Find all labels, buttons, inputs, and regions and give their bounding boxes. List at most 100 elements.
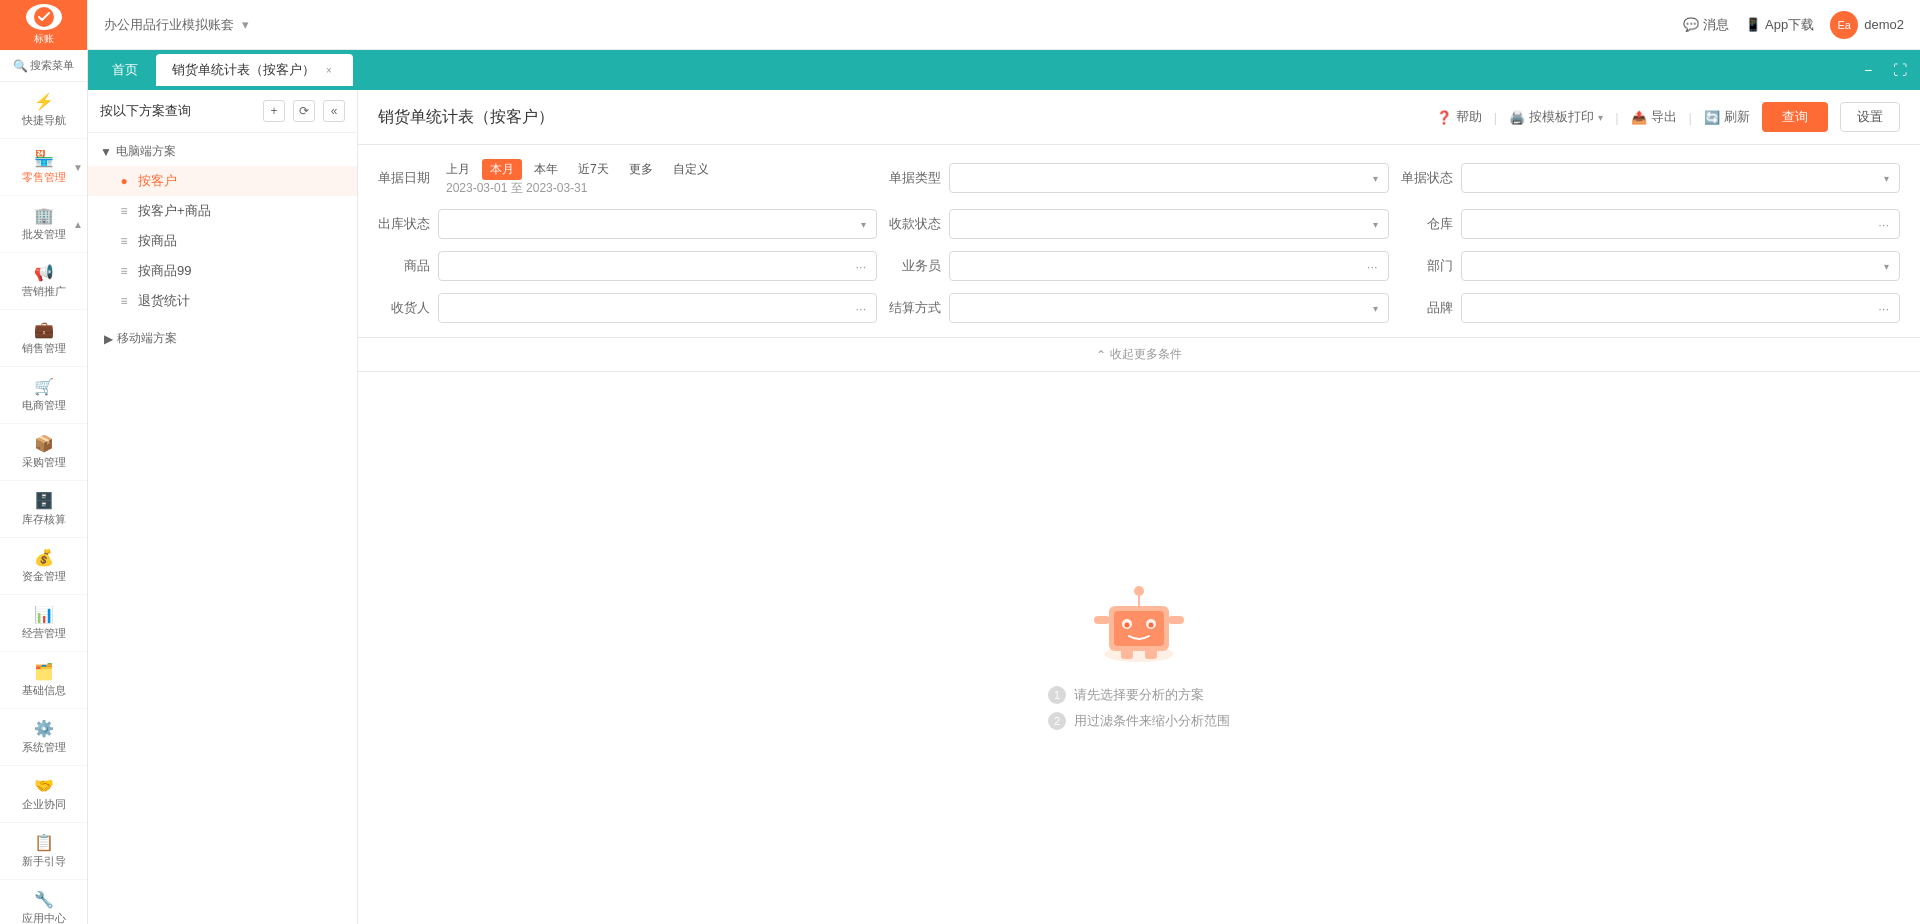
print-btn[interactable]: 🖨️ 按模板打印 ▾ <box>1509 108 1603 126</box>
sidebar-item-guide[interactable]: 📋 新手引导 <box>0 823 87 880</box>
wholesale-expand-icon: ▲ <box>73 219 83 230</box>
home-tab[interactable]: 首页 <box>96 54 154 86</box>
sidebar-item-basics[interactable]: 🗂️ 基础信息 <box>0 652 87 709</box>
help-btn[interactable]: ❓ 帮助 <box>1436 108 1482 126</box>
dropdown-icon[interactable]: ▾ <box>242 17 249 32</box>
scheme-item-label-goods: 按商品 <box>138 232 177 250</box>
goods-control[interactable]: ··· <box>438 251 877 281</box>
scheme-item-by-goods-99[interactable]: ≡ 按商品99 <box>88 256 357 286</box>
sidebar-item-shortcut[interactable]: ⚡ 快捷导航 <box>0 82 87 139</box>
out-status-control[interactable]: ▾ <box>438 209 877 239</box>
date-btn-thisyear[interactable]: 本年 <box>526 159 566 180</box>
tab-minimize-btn[interactable]: − <box>1856 58 1880 82</box>
date-label: 单据日期 <box>378 169 430 187</box>
brand-dots: ··· <box>1878 301 1889 316</box>
user-area[interactable]: Ea demo2 <box>1830 11 1904 39</box>
warehouse-control[interactable]: ··· <box>1461 209 1900 239</box>
date-btn-thismonth[interactable]: 本月 <box>482 159 522 180</box>
warehouse-select[interactable]: ··· <box>1461 209 1900 239</box>
bill-status-label: 单据状态 <box>1401 169 1453 187</box>
collapse-row: ⌃ 收起更多条件 <box>358 338 1920 372</box>
salesperson-control[interactable]: ··· <box>949 251 1388 281</box>
message-btn[interactable]: 💬 消息 <box>1683 16 1729 34</box>
search-menu-item[interactable]: 🔍 搜索菜单 <box>0 50 87 82</box>
date-btn-more[interactable]: 更多 <box>621 159 661 180</box>
scheme-group-mobile[interactable]: ▶ 移动端方案 <box>88 324 357 353</box>
salesperson-dots: ··· <box>1367 259 1378 274</box>
active-tab[interactable]: 销货单统计表（按客户） × <box>156 54 353 86</box>
sidebar-item-operations[interactable]: 📊 经营管理 <box>0 595 87 652</box>
collapse-panel-btn[interactable]: « <box>323 100 345 122</box>
date-btn-lastmonth[interactable]: 上月 <box>438 159 478 180</box>
sidebar-item-marketing[interactable]: 📢 营销推广 <box>0 253 87 310</box>
tab-maximize-btn[interactable]: ⛶ <box>1888 58 1912 82</box>
sidebar-item-wholesale[interactable]: 🏢 批发管理 ▲ <box>0 196 87 253</box>
sidebar-item-purchase[interactable]: 📦 采购管理 <box>0 424 87 481</box>
bill-status-select[interactable]: ▾ <box>1461 163 1900 193</box>
bill-status-control[interactable]: ▾ <box>1461 163 1900 193</box>
receiver-select[interactable]: ··· <box>438 293 877 323</box>
refresh-scheme-btn[interactable]: ⟳ <box>293 100 315 122</box>
tab-close-btn[interactable]: × <box>321 62 337 78</box>
scheme-item-by-customer[interactable]: ● 按客户 <box>88 166 357 196</box>
scheme-group-desktop[interactable]: ▼ 电脑端方案 <box>88 137 357 166</box>
settings-button[interactable]: 设置 <box>1840 102 1900 132</box>
add-icon: + <box>270 104 277 118</box>
sidebar-logo: 标账 <box>0 0 87 50</box>
sidebar-item-cooperation[interactable]: 🤝 企业协同 <box>0 766 87 823</box>
export-btn[interactable]: 📤 导出 <box>1631 108 1677 126</box>
date-btn-7days[interactable]: 近7天 <box>570 159 617 180</box>
date-btn-custom[interactable]: 自定义 <box>665 159 717 180</box>
goods-99-icon: ≡ <box>116 263 132 279</box>
sidebar-item-retail[interactable]: 🏪 零售管理 ▼ <box>0 139 87 196</box>
sidebar-item-inventory[interactable]: 🗄️ 库存核算 <box>0 481 87 538</box>
group-arrow-desktop: ▼ <box>100 145 112 159</box>
system-label: 系统管理 <box>22 740 66 755</box>
sidebar-item-system[interactable]: ⚙️ 系统管理 <box>0 709 87 766</box>
group-arrow-mobile: ▶ <box>104 332 113 346</box>
salesperson-select[interactable]: ··· <box>949 251 1388 281</box>
group-label-desktop: 电脑端方案 <box>116 143 176 160</box>
print-label: 按模板打印 <box>1529 108 1594 126</box>
scheme-item-return-stats[interactable]: ≡ 退货统计 <box>88 286 357 316</box>
guide-label: 新手引导 <box>22 854 66 869</box>
settlement-select[interactable]: ▾ <box>949 293 1388 323</box>
settlement-control[interactable]: ▾ <box>949 293 1388 323</box>
query-button[interactable]: 查询 <box>1762 102 1828 132</box>
receiver-control[interactable]: ··· <box>438 293 877 323</box>
department-cell: 部门 ▾ <box>1401 251 1900 281</box>
brand-control[interactable]: ··· <box>1461 293 1900 323</box>
sidebar-item-ecommerce[interactable]: 🛒 电商管理 <box>0 367 87 424</box>
operations-label: 经营管理 <box>22 626 66 641</box>
scheme-item-by-goods[interactable]: ≡ 按商品 <box>88 226 357 256</box>
salesperson-cell: 业务员 ··· <box>889 251 1388 281</box>
payment-status-control[interactable]: ▾ <box>949 209 1388 239</box>
sidebar-item-finance[interactable]: 💰 资金管理 <box>0 538 87 595</box>
department-select[interactable]: ▾ <box>1461 251 1900 281</box>
add-scheme-btn[interactable]: + <box>263 100 285 122</box>
inventory-label: 库存核算 <box>22 512 66 527</box>
tab-bar: 首页 销货单统计表（按客户） × − ⛶ <box>88 50 1920 90</box>
empty-tips: 1 请先选择要分析的方案 2 用过滤条件来缩小分析范围 <box>1048 686 1230 730</box>
out-status-select[interactable]: ▾ <box>438 209 877 239</box>
sidebar-item-appcenter[interactable]: 🔧 应用中心 <box>0 880 87 924</box>
inventory-icon: 🗄️ <box>34 491 54 510</box>
goods-select[interactable]: ··· <box>438 251 877 281</box>
bill-type-control[interactable]: ▾ <box>949 163 1388 193</box>
app-download-btn[interactable]: 📱 App下载 <box>1745 16 1814 34</box>
settlement-cell: 结算方式 ▾ <box>889 293 1388 323</box>
scheme-item-by-customer-goods[interactable]: ≡ 按客户+商品 <box>88 196 357 226</box>
cooperation-icon: 🤝 <box>34 776 54 795</box>
svg-point-9 <box>1134 586 1144 596</box>
svg-point-7 <box>1149 623 1154 628</box>
sidebar-item-sales[interactable]: 💼 销售管理 <box>0 310 87 367</box>
bill-type-select[interactable]: ▾ <box>949 163 1388 193</box>
payment-status-select[interactable]: ▾ <box>949 209 1388 239</box>
brand-select[interactable]: ··· <box>1461 293 1900 323</box>
refresh-btn[interactable]: 🔄 刷新 <box>1704 108 1750 126</box>
bill-type-cell: 单据类型 ▾ <box>889 163 1388 193</box>
collapse-conditions-btn[interactable]: ⌃ 收起更多条件 <box>1096 346 1182 363</box>
export-icon: 📤 <box>1631 110 1647 125</box>
warehouse-dots: ··· <box>1878 217 1889 232</box>
department-control[interactable]: ▾ <box>1461 251 1900 281</box>
